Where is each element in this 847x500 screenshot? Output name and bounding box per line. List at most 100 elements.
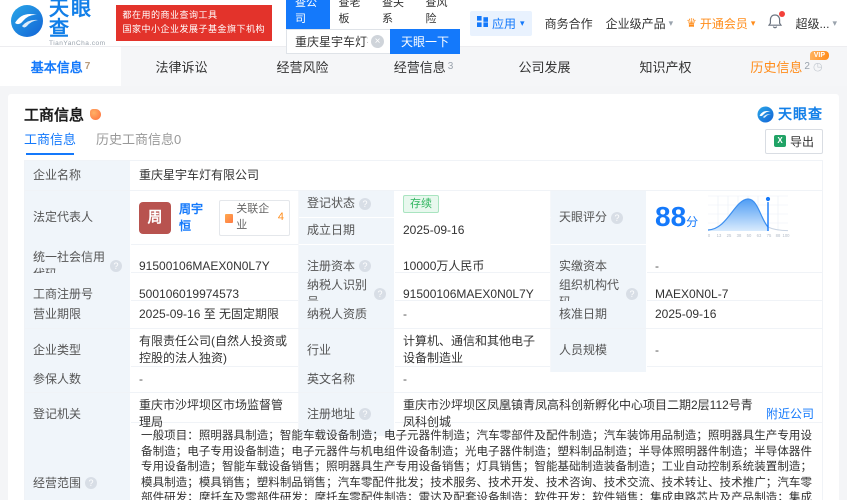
tianyancha-logo-icon: [10, 4, 44, 43]
table-row: 法定代表人 周 周宇恒 关联企业 4 登记状态 ? 存续: [25, 191, 822, 245]
search-tabs: 查公司 查老板 查关系 查风险: [286, 0, 460, 29]
help-icon[interactable]: ?: [374, 288, 386, 300]
score-chart-ticks: 0 13 25 38 50 63 75 88 100: [708, 233, 790, 238]
reg-status-label: 登记状态: [307, 195, 355, 212]
status-badge: 存续: [403, 195, 439, 213]
search-tab-risk[interactable]: 查风险: [417, 0, 461, 29]
table-row: 企业名称 重庆星宇车灯有限公司: [25, 161, 822, 191]
score-label: 天眼评分: [559, 209, 607, 226]
staff-size-label: 人员规模: [551, 329, 647, 372]
svg-text:63: 63: [757, 233, 762, 238]
company-type-value: 有限责任公司(自然人投资或控股的法人独资): [131, 329, 299, 372]
business-cooperation-menu[interactable]: 商务合作: [545, 15, 593, 32]
search-tab-boss[interactable]: 查老板: [330, 0, 374, 29]
legal-rep-avatar[interactable]: 周: [139, 202, 171, 234]
tab-company-development[interactable]: 公司发展: [484, 47, 605, 86]
industry-value: 计算机、通信和其他电子设备制造业: [395, 329, 551, 372]
vip-badge: VIP: [810, 51, 829, 60]
subtab-business-info[interactable]: 工商信息: [24, 129, 76, 153]
company-name-label: 企业名称: [25, 161, 131, 190]
apps-grid-icon: [477, 16, 488, 30]
svg-text:0: 0: [708, 233, 711, 238]
slogan-banner: 都在用的商业查询工具 国家中小企业发展子基金旗下机构: [116, 5, 273, 41]
excel-icon: X: [774, 135, 786, 147]
insured-label: 参保人数: [25, 367, 131, 392]
table-row: 统一社会信用代码 ? 91500106MAEX0N0L7Y 注册资本 ? 100…: [25, 245, 822, 273]
company-type-label: 企业类型: [25, 329, 131, 372]
company-name-value: 重庆星宇车灯有限公司: [131, 161, 822, 190]
business-info-table: 企业名称 重庆星宇车灯有限公司 法定代表人 周 周宇恒 关联企业 4 登记状态 …: [24, 160, 823, 500]
company-nav-tabs: 基本信息 7 法律诉讼 经营风险 经营信息 3 公司发展 知识产权 历史信息 2…: [0, 46, 847, 86]
clock-icon: ◷: [813, 60, 823, 73]
help-icon[interactable]: ?: [359, 260, 371, 272]
user-account-menu[interactable]: 超级... ▾: [795, 15, 837, 32]
taxpayer-quality-label: 纳税人资质: [299, 301, 395, 328]
table-row: 企业类型 有限责任公司(自然人投资或控股的法人独资) 行业 计算机、通信和其他电…: [25, 329, 822, 367]
slogan-line2: 国家中小企业发展子基金旗下机构: [123, 23, 266, 37]
establish-date-value: 2025-09-16: [395, 218, 551, 245]
chevron-down-icon: ▾: [832, 18, 837, 29]
slogan-line1: 都在用的商业查询工具: [123, 9, 266, 23]
apps-menu[interactable]: 应用 ▾: [470, 11, 532, 36]
table-row: 参保人数 - 英文名称 -: [25, 367, 822, 393]
score-value: 88: [655, 201, 686, 232]
svg-text:25: 25: [727, 233, 732, 238]
english-name-value: -: [395, 367, 822, 392]
chevron-down-icon: ▾: [520, 18, 525, 29]
score-distribution-chart: 0 13 25 38 50 63 75 88 100: [706, 192, 790, 243]
nearby-companies-link[interactable]: 附近公司: [766, 406, 814, 423]
address-label: 注册地址: [307, 406, 355, 423]
establish-date-label: 成立日期: [307, 222, 355, 239]
english-name-label: 英文名称: [299, 367, 395, 392]
help-icon[interactable]: ?: [611, 212, 623, 224]
taxpayer-quality-value: -: [395, 301, 551, 328]
tab-history-info[interactable]: 历史信息 2 ◷ VIP: [726, 47, 847, 86]
help-icon[interactable]: ?: [359, 408, 371, 420]
open-vip-menu[interactable]: ♛ 开通会员 ▾: [686, 15, 755, 32]
tianyancha-logo-icon: [757, 106, 774, 123]
svg-text:75: 75: [767, 233, 772, 238]
watermark-logo: 天眼查: [757, 104, 823, 124]
notifications-button[interactable]: [768, 14, 782, 32]
crown-icon: ♛: [686, 16, 697, 30]
search-tab-relation[interactable]: 查关系: [373, 0, 417, 29]
table-row: 经营范围 ? 一般项目：照明器具制造；智能车载设备制造；电子元器件制造；汽车零部…: [25, 423, 822, 500]
table-row: 营业期限 2025-09-16 至 无固定期限 纳税人资质 - 核准日期 202…: [25, 301, 822, 329]
table-row: 登记机关 重庆市沙坪坝区市场监督管理局 注册地址 ? 重庆市沙坪坝区凤凰镇青凤高…: [25, 393, 822, 423]
tab-operating-risk[interactable]: 经营风险: [242, 47, 363, 86]
tab-count: 2: [804, 61, 810, 72]
section-title: 工商信息: [24, 104, 84, 125]
table-row: 工商注册号 500106019974573 纳税人识别号 ? 91500106M…: [25, 273, 822, 301]
legal-rep-label: 法定代表人: [25, 191, 131, 245]
help-icon[interactable]: ?: [110, 260, 122, 272]
hot-icon: [90, 109, 101, 120]
enterprise-products-menu[interactable]: 企业级产品 ▾: [606, 15, 674, 32]
help-icon[interactable]: ?: [85, 477, 97, 489]
related-companies-badge[interactable]: 关联企业 4: [219, 200, 290, 236]
business-scope-value: 一般项目：照明器具制造；智能车载设备制造；电子元器件制造；汽车零部件及配件制造；…: [131, 423, 822, 500]
username: 超级...: [795, 15, 829, 32]
score-unit: 分: [686, 215, 698, 229]
watermark-text: 天眼查: [778, 104, 823, 124]
export-button[interactable]: X 导出: [765, 129, 823, 154]
industry-label: 行业: [299, 329, 395, 372]
help-icon[interactable]: ?: [626, 288, 638, 300]
staff-size-value: -: [647, 329, 822, 372]
legal-rep-link[interactable]: 周宇恒: [179, 201, 211, 236]
tab-legal-litigation[interactable]: 法律诉讼: [121, 47, 242, 86]
tab-intellectual-property[interactable]: 知识产权: [605, 47, 726, 86]
apps-label: 应用: [492, 15, 516, 32]
tianyancha-logo[interactable]: 天眼查 TianYanCha.com: [10, 0, 106, 47]
svg-text:38: 38: [737, 233, 742, 238]
tab-business-info[interactable]: 经营信息 3: [363, 47, 484, 86]
search-tab-company[interactable]: 查公司: [286, 0, 330, 29]
subtab-history-business-info[interactable]: 历史工商信息0: [96, 129, 181, 153]
help-icon[interactable]: ?: [359, 198, 371, 210]
tab-basic-info[interactable]: 基本信息 7: [0, 47, 121, 86]
svg-text:50: 50: [747, 233, 752, 238]
notification-dot: [779, 11, 785, 17]
business-term-label: 营业期限: [25, 301, 131, 328]
chevron-down-icon: ▾: [751, 18, 756, 29]
approval-date-label: 核准日期: [551, 301, 647, 328]
business-info-card: 工商信息 天眼查 工商信息 历史工商信息0 X 导出 企业名称 重庆星宇车灯有限…: [8, 94, 839, 500]
